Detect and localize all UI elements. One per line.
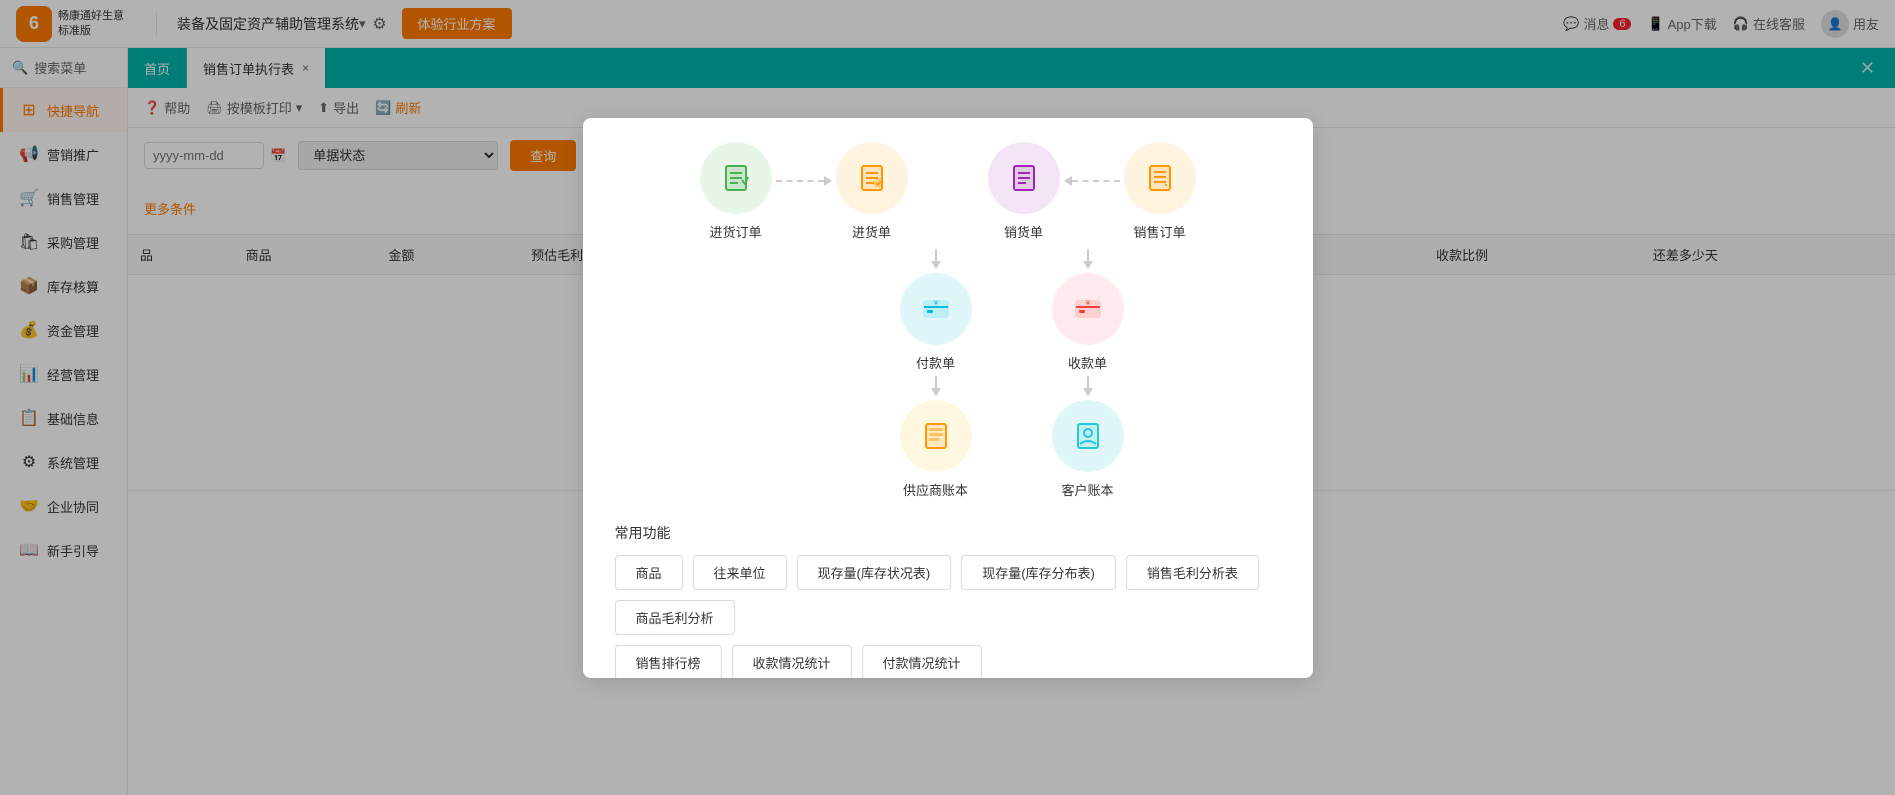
purchase-order-icon — [700, 142, 772, 214]
func-btn-receipt-stats[interactable]: 收款情况统计 — [732, 645, 852, 678]
sales-bill-label: 销货单 — [1004, 222, 1043, 241]
receipt-bill-label: 收款单 — [1068, 353, 1107, 372]
payment-bill-label: 付款单 — [916, 353, 955, 372]
common-functions-title: 常用功能 — [615, 523, 1281, 543]
quick-nav-panel: 进货订单 进货单 — [583, 118, 1313, 678]
flow-node-purchase-bill[interactable]: 进货单 — [836, 142, 908, 241]
flow-node-receipt-bill[interactable]: ¥ 收款单 — [1052, 273, 1124, 372]
purchase-bill-icon — [836, 142, 908, 214]
svg-text:¥: ¥ — [934, 300, 938, 307]
sales-bill-icon — [988, 142, 1060, 214]
supplier-ledger-label: 供应商账本 — [903, 480, 968, 499]
svg-text:¥: ¥ — [1086, 300, 1090, 307]
func-btn-product-margin[interactable]: 商品毛利分析 — [615, 600, 735, 635]
func-btn-stock-dist[interactable]: 现存量(库存分布表) — [961, 555, 1116, 590]
func-buttons-row2: 销售排行榜 收款情况统计 付款情况统计 — [615, 645, 1281, 678]
func-btn-partners[interactable]: 往来单位 — [693, 555, 787, 590]
func-btn-payment-stats[interactable]: 付款情况统计 — [862, 645, 982, 678]
func-btn-product[interactable]: 商品 — [615, 555, 683, 590]
flow-node-customer-ledger[interactable]: 客户账本 — [1052, 400, 1124, 499]
sales-order-icon — [1124, 142, 1196, 214]
flow-node-payment-bill[interactable]: ¥ 付款单 — [900, 273, 972, 372]
payment-bill-icon: ¥ — [900, 273, 972, 345]
func-buttons: 商品 往来单位 现存量(库存状况表) 现存量(库存分布表) 销售毛利分析表 商品… — [615, 555, 1281, 635]
supplier-ledger-icon — [900, 400, 972, 472]
overlay[interactable]: 进货订单 进货单 — [0, 0, 1895, 795]
flow-node-purchase-order[interactable]: 进货订单 — [700, 142, 772, 241]
func-btn-sales-margin[interactable]: 销售毛利分析表 — [1126, 555, 1259, 590]
customer-ledger-icon — [1052, 400, 1124, 472]
flow-node-sales-order[interactable]: 销售订单 — [1124, 142, 1196, 241]
common-functions: 常用功能 商品 往来单位 现存量(库存状况表) 现存量(库存分布表) 销售毛利分… — [615, 523, 1281, 678]
flow-node-sales-bill[interactable]: 销货单 — [988, 142, 1060, 241]
func-btn-stock-status[interactable]: 现存量(库存状况表) — [797, 555, 952, 590]
flow-node-supplier-ledger[interactable]: 供应商账本 — [900, 400, 972, 499]
func-btn-sales-rank[interactable]: 销售排行榜 — [615, 645, 722, 678]
customer-ledger-label: 客户账本 — [1061, 480, 1113, 499]
purchase-order-label: 进货订单 — [709, 222, 761, 241]
receipt-bill-icon: ¥ — [1052, 273, 1124, 345]
sales-order-label: 销售订单 — [1133, 222, 1185, 241]
purchase-bill-label: 进货单 — [852, 222, 891, 241]
